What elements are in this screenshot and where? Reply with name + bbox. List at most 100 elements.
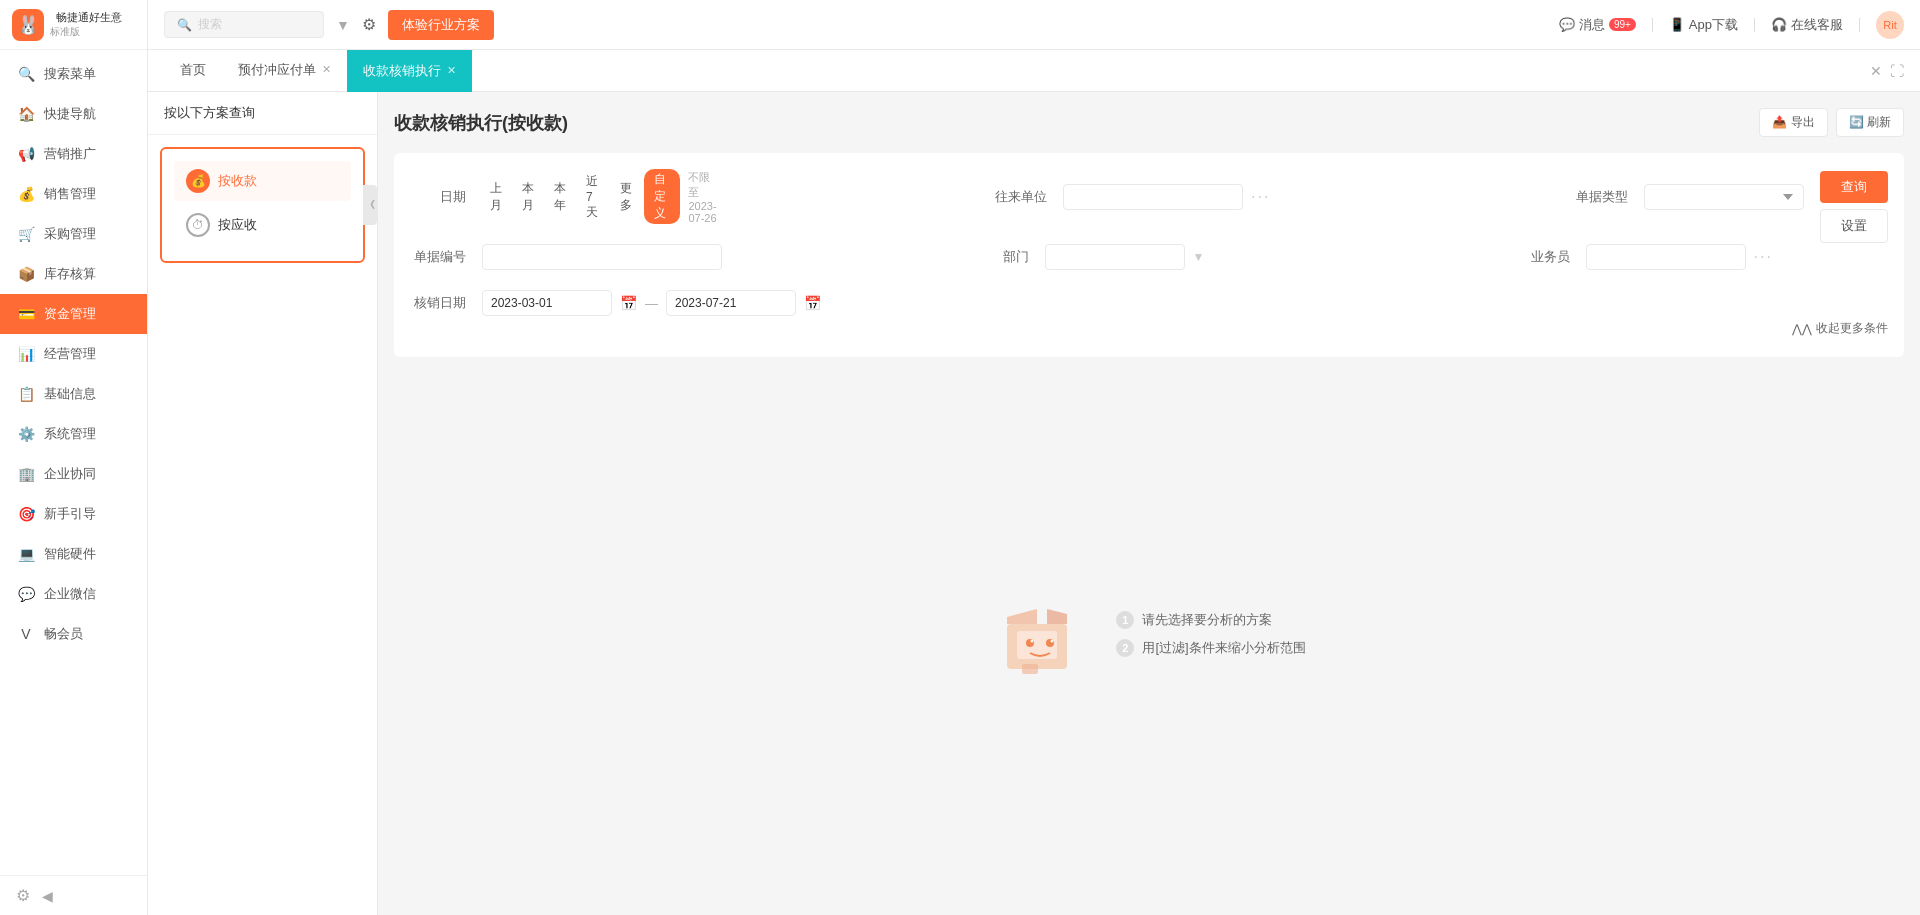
writeoff-date-to-cal-icon[interactable]: 📅: [804, 295, 821, 311]
date-tab-custom[interactable]: 自定义: [644, 169, 680, 224]
sidebar-item-search-menu[interactable]: 🔍 搜索菜单: [0, 54, 147, 94]
messages-button[interactable]: 💬 消息 99+: [1559, 16, 1636, 34]
writeoff-date-range: 📅 — 📅: [482, 290, 1804, 316]
topbar-dropdown-icon[interactable]: ▼: [336, 17, 350, 33]
sales-icon: 💰: [16, 184, 36, 204]
date-tab-7days[interactable]: 近7天: [578, 170, 608, 224]
filter-item-by-receivable[interactable]: ⏱ 按应收: [174, 205, 351, 245]
date-tab-last-month[interactable]: 上月: [482, 177, 510, 217]
topbar-divider-1: [1652, 18, 1653, 32]
sidebar-item-marketing[interactable]: 📢 营销推广: [0, 134, 147, 174]
sidebar-settings-icon[interactable]: ⚙: [16, 886, 30, 905]
empty-tip-2: 2 用[过滤]条件来缩小分析范围: [1116, 639, 1305, 657]
app-download-button[interactable]: 📱 App下载: [1669, 16, 1738, 34]
doc-type-select[interactable]: [1644, 184, 1804, 210]
doc-type-label: 单据类型: [1572, 188, 1628, 206]
online-service-icon: 🎧: [1771, 17, 1787, 32]
system-icon: ⚙️: [16, 424, 36, 444]
tab-receipt-writeoff[interactable]: 收款核销执行 ✕: [347, 50, 472, 92]
hardware-icon: 💻: [16, 544, 36, 564]
form-row-docnum: 单据编号 部门 ▼ 业务员 ··: [410, 244, 1804, 270]
sidebar-item-wechat[interactable]: 💬 企业微信: [0, 574, 147, 614]
tab-prepay-close-icon[interactable]: ✕: [322, 63, 331, 76]
writeoff-date-to-input[interactable]: [666, 290, 796, 316]
sidebar-item-hardware[interactable]: 💻 智能硬件: [0, 534, 147, 574]
staff-input-group: ···: [1586, 244, 1805, 270]
sidebar-item-enterprise[interactable]: 🏢 企业协同: [0, 454, 147, 494]
topbar-gear-icon[interactable]: ⚙: [362, 15, 376, 34]
date-tabs: 上月 本月 本年 近7天 更多 自定义 不限 至 2023-07-26: [482, 169, 721, 224]
sidebar-item-guide[interactable]: 🎯 新手引导: [0, 494, 147, 534]
industry-solution-button[interactable]: 体验行业方案: [388, 10, 494, 40]
counterparty-dots-btn[interactable]: ···: [1251, 188, 1270, 206]
sidebar-item-purchase[interactable]: 🛒 采购管理: [0, 214, 147, 254]
collapse-conditions-button[interactable]: ⋀⋀ 收起更多条件: [410, 316, 1888, 341]
sidebar-item-quick-nav[interactable]: 🏠 快捷导航: [0, 94, 147, 134]
logo-sub: 标准版: [50, 25, 122, 39]
department-input[interactable]: [1045, 244, 1185, 270]
sidebar-item-inventory[interactable]: 📦 库存核算: [0, 254, 147, 294]
topbar-search-text: 搜索: [198, 16, 222, 33]
counterparty-input-group: ···: [1063, 184, 1302, 210]
staff-dots-btn[interactable]: ···: [1754, 248, 1773, 266]
sidebar-item-system[interactable]: ⚙️ 系统管理: [0, 414, 147, 454]
tip-num-2: 2: [1116, 639, 1134, 657]
empty-tips: 1 请先选择要分析的方案 2 用[过滤]条件来缩小分析范围: [1116, 611, 1305, 657]
by-receivable-icon: ⏱: [186, 213, 210, 237]
page-header: 收款核销执行(按收款) 📤 导出 🔄 刷新: [394, 108, 1904, 137]
main-area: 🔍 搜索 ▼ ⚙ 体验行业方案 💬 消息 99+ 📱 App下载 🎧 在线客服: [148, 0, 1920, 915]
inventory-icon: 📦: [16, 264, 36, 284]
doc-number-input[interactable]: [482, 244, 722, 270]
sidebar-item-sales[interactable]: 💰 销售管理: [0, 174, 147, 214]
svg-point-7: [1051, 640, 1054, 643]
writeoff-date-from-input[interactable]: [482, 290, 612, 316]
date-tab-this-year[interactable]: 本年: [546, 177, 574, 217]
tab-receipt-writeoff-close-icon[interactable]: ✕: [447, 64, 456, 77]
svg-marker-1: [1007, 609, 1037, 624]
sidebar-item-finance[interactable]: 💳 资金管理: [0, 294, 147, 334]
tab-home[interactable]: 首页: [164, 50, 222, 92]
action-buttons: 查询 设置: [1820, 169, 1888, 243]
writeoff-date-from-cal-icon[interactable]: 📅: [620, 295, 637, 311]
topbar-divider-3: [1859, 18, 1860, 32]
filter-panel-header: 按以下方案查询: [148, 92, 377, 135]
page-title: 收款核销执行(按收款): [394, 111, 568, 135]
tabbar-actions: ✕ ⛶: [1870, 63, 1904, 79]
settings-button[interactable]: 设置: [1820, 209, 1888, 243]
date-unlimit-label: 不限: [688, 170, 720, 185]
tab-prepay[interactable]: 预付冲应付单 ✕: [222, 50, 347, 92]
refresh-button[interactable]: 🔄 刷新: [1836, 108, 1904, 137]
filter-item-by-receipt[interactable]: 💰 按收款: [174, 161, 351, 201]
export-button[interactable]: 📤 导出: [1759, 108, 1827, 137]
department-label: 部门: [973, 248, 1029, 266]
tab-maximize-icon[interactable]: ⛶: [1890, 63, 1904, 79]
date-tab-more[interactable]: 更多: [612, 177, 640, 217]
tab-close-all-icon[interactable]: ✕: [1870, 63, 1882, 79]
online-service-button[interactable]: 🎧 在线客服: [1771, 16, 1843, 34]
by-receipt-icon: 💰: [186, 169, 210, 193]
messages-badge: 99+: [1609, 18, 1636, 31]
topbar-search[interactable]: 🔍 搜索: [164, 11, 324, 38]
form-row-writeoff-date: 核销日期 📅 — 📅: [410, 290, 1804, 316]
search-form: 日期 上月 本月 本年 近7天 更多 自定义 不限 至 2023-07-: [394, 153, 1904, 357]
header-actions: 📤 导出 🔄 刷新: [1759, 108, 1904, 137]
department-chevron-icon[interactable]: ▼: [1193, 250, 1205, 264]
svg-rect-8: [1022, 664, 1038, 674]
counterparty-label: 往来单位: [991, 188, 1047, 206]
quick-nav-icon: 🏠: [16, 104, 36, 124]
sidebar-item-basic[interactable]: 📋 基础信息: [0, 374, 147, 414]
svg-marker-2: [1047, 609, 1067, 624]
staff-input[interactable]: [1586, 244, 1746, 270]
filter-panel-collapse-btn[interactable]: 《: [363, 185, 377, 225]
sidebar-logo: 🐰 畅捷通好生意 标准版: [0, 0, 147, 50]
query-button[interactable]: 查询: [1820, 171, 1888, 203]
sidebar-item-business[interactable]: 📊 经营管理: [0, 334, 147, 374]
content-area: 按以下方案查询 💰 按收款 ⏱ 按应收 《 收款核销: [148, 92, 1920, 915]
sidebar-collapse-icon[interactable]: ◀: [42, 888, 53, 904]
date-tab-this-month[interactable]: 本月: [514, 177, 542, 217]
sidebar-item-member[interactable]: V 畅会员: [0, 614, 147, 654]
filter-box: 💰 按收款 ⏱ 按应收 《: [160, 147, 365, 263]
counterparty-input[interactable]: [1063, 184, 1243, 210]
user-avatar-button[interactable]: Rit: [1876, 11, 1904, 39]
wechat-icon: 💬: [16, 584, 36, 604]
